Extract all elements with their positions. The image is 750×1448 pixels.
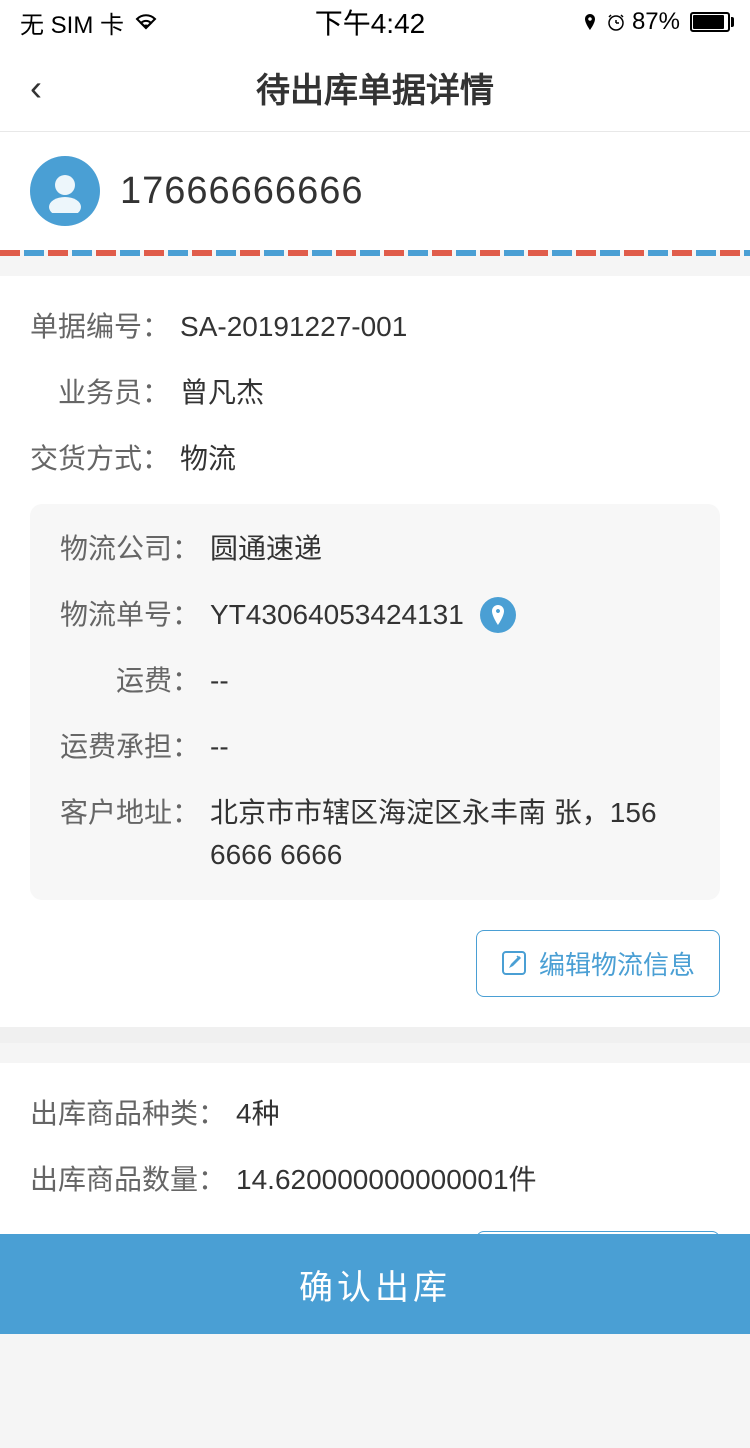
document-number-row: 单据编号： SA-20191227-001 (30, 306, 720, 348)
freight-label: 运费： (60, 660, 200, 702)
product-quantity-value: 14.620000000000001件 (236, 1159, 720, 1201)
alarm-icon (606, 12, 626, 32)
sim-status: 无 SIM 卡 (20, 5, 124, 40)
back-button[interactable]: ‹ (20, 57, 52, 119)
delivery-method-value: 物流 (180, 438, 720, 480)
status-time: 下午4:42 (315, 2, 426, 42)
freight-bearer-value: -- (210, 726, 690, 768)
location-icon (580, 12, 600, 32)
delivery-method-row: 交货方式： 物流 (30, 438, 720, 480)
delivery-method-label: 交货方式： (30, 438, 170, 480)
edit-button-container: 编辑物流信息 (30, 930, 720, 997)
wifi-icon (132, 12, 160, 32)
freight-row: 运费： -- (60, 660, 690, 702)
tracking-number-text: YT43064053424131 (210, 594, 464, 636)
salesperson-row: 业务员： 曾凡杰 (30, 372, 720, 414)
confirm-outbound-button[interactable]: 确认出库 (0, 1234, 750, 1334)
product-types-value: 4种 (236, 1093, 720, 1135)
logistics-company-label: 物流公司： (60, 528, 200, 570)
product-quantity-label: 出库商品数量： (30, 1159, 226, 1201)
edit-logistics-button[interactable]: 编辑物流信息 (476, 930, 720, 997)
freight-bearer-label: 运费承担： (60, 726, 200, 768)
address-label: 客户地址： (60, 792, 200, 834)
product-types-row: 出库商品种类： 4种 (30, 1093, 720, 1135)
avatar (30, 156, 100, 226)
address-value: 北京市市辖区海淀区永丰南 张，156 6666 6666 (210, 792, 690, 876)
user-phone: 17666666666 (120, 170, 363, 213)
freight-value: -- (210, 660, 690, 702)
edit-icon (501, 950, 529, 978)
edit-logistics-label: 编辑物流信息 (539, 945, 695, 982)
basic-info-section: 单据编号： SA-20191227-001 业务员： 曾凡杰 交货方式： 物流 … (0, 276, 750, 1027)
tracking-number-row: 物流单号： YT43064053424131 (60, 594, 690, 636)
tracking-number-label: 物流单号： (60, 594, 200, 636)
tracking-number-value: YT43064053424131 (210, 594, 690, 636)
freight-bearer-row: 运费承担： -- (60, 726, 690, 768)
dashed-divider (0, 250, 750, 256)
logistics-card: 物流公司： 圆通速递 物流单号： YT43064053424131 运费： --… (30, 504, 720, 900)
nav-bar: ‹ 待出库单据详情 (0, 44, 750, 132)
salesperson-value: 曾凡杰 (180, 372, 720, 414)
product-types-label: 出库商品种类： (30, 1093, 226, 1135)
salesperson-label: 业务员： (30, 372, 170, 414)
confirm-outbound-label: 确认出库 (299, 1260, 451, 1309)
document-number-label: 单据编号： (30, 306, 170, 348)
gray-separator-1 (0, 1027, 750, 1043)
status-left: 无 SIM 卡 (20, 5, 160, 40)
status-bar: 无 SIM 卡 下午4:42 87% (0, 0, 750, 44)
battery-icon (690, 12, 730, 32)
user-header: 17666666666 (0, 132, 750, 250)
address-row: 客户地址： 北京市市辖区海淀区永丰南 张，156 6666 6666 (60, 792, 690, 876)
document-number-value: SA-20191227-001 (180, 306, 720, 348)
logistics-company-value: 圆通速递 (210, 528, 690, 570)
tracking-location-icon[interactable] (480, 597, 516, 633)
avatar-icon (43, 169, 87, 213)
logistics-company-row: 物流公司： 圆通速递 (60, 528, 690, 570)
status-right: 87% (580, 8, 730, 36)
spacer (0, 1328, 750, 1448)
battery-percent: 87% (632, 8, 680, 36)
product-quantity-row: 出库商品数量： 14.620000000000001件 (30, 1159, 720, 1201)
page-title: 待出库单据详情 (256, 63, 494, 112)
